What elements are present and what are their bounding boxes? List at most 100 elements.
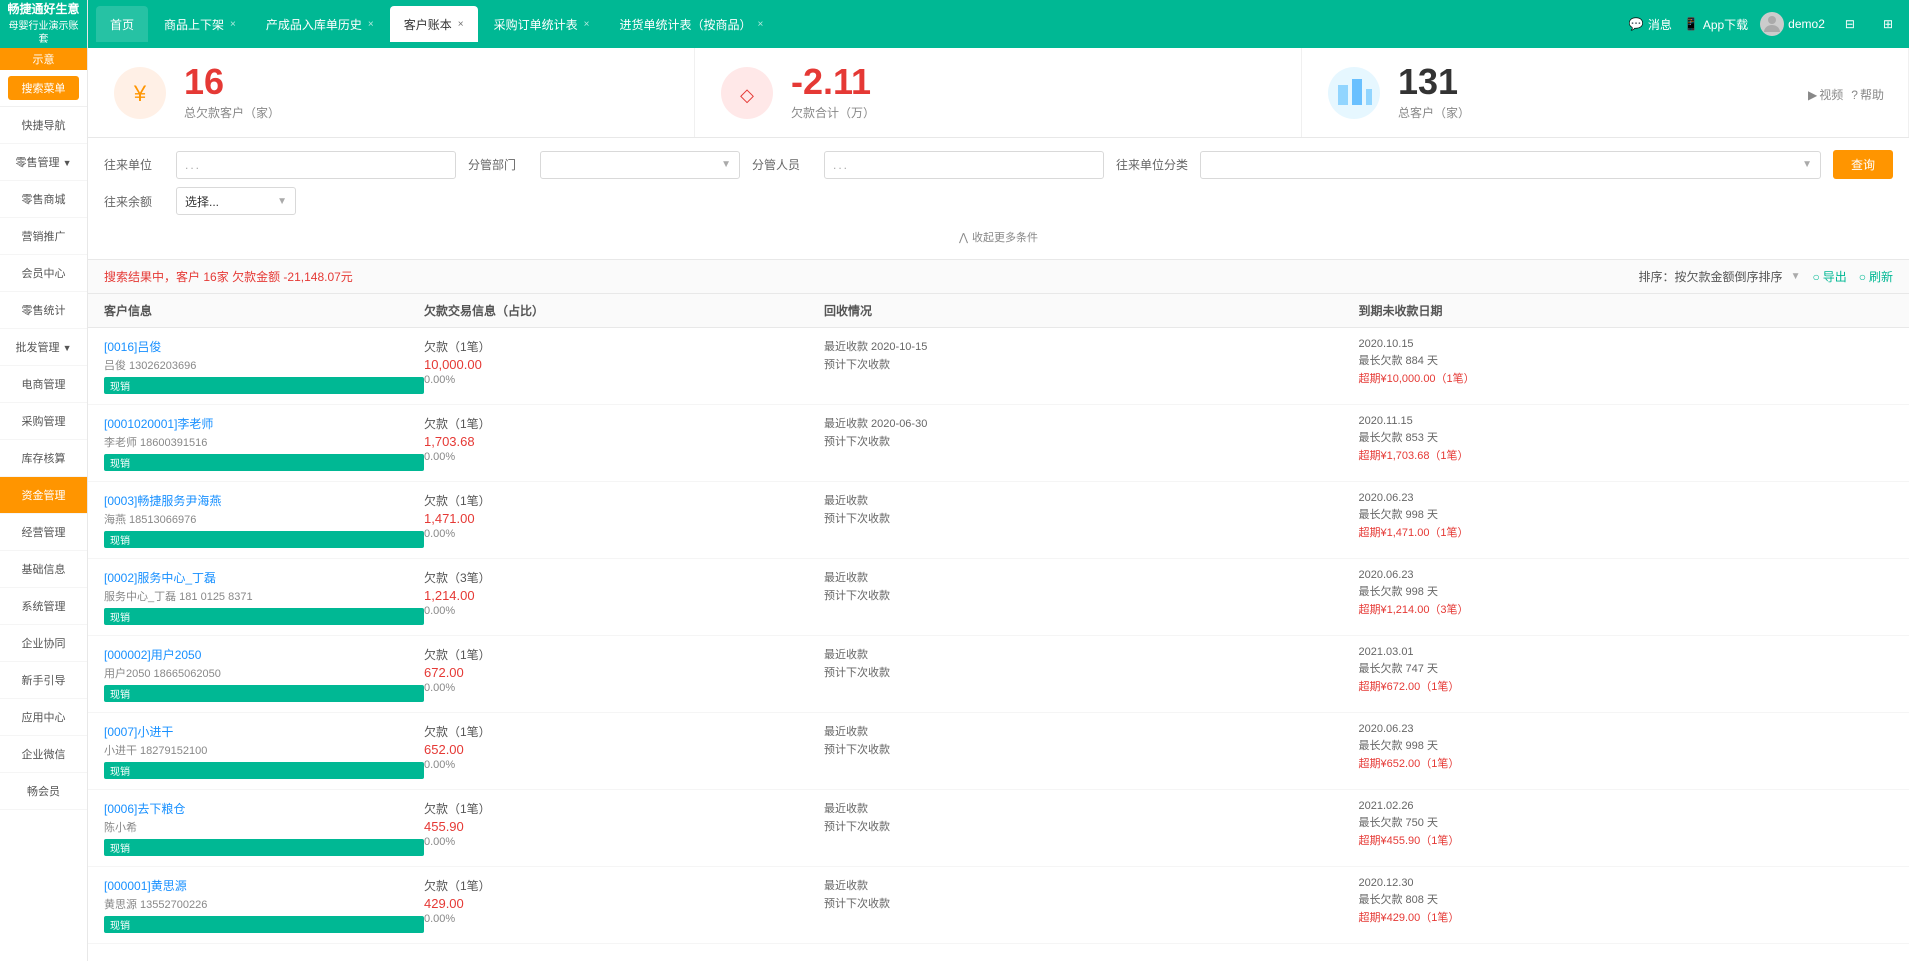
sidebar-item-corp-wechat[interactable]: 企业微信 bbox=[0, 736, 87, 773]
repay-date: 最近收款 2020-06-30 bbox=[824, 415, 1359, 431]
sidebar-item-inventory[interactable]: 库存核算 bbox=[0, 440, 87, 477]
customer-name-link[interactable]: [0002]服务中心_丁磊 bbox=[104, 569, 424, 586]
customer-name-link[interactable]: [000002]用户2050 bbox=[104, 646, 424, 663]
repay-date: 最近收款 bbox=[824, 877, 1359, 893]
help-icon: ? bbox=[1851, 88, 1858, 102]
header-debt-info: 欠款交易信息（占比） bbox=[424, 302, 824, 319]
sidebar-item-chang-member[interactable]: 畅会员 bbox=[0, 773, 87, 810]
tab-production-history-close[interactable]: × bbox=[368, 19, 374, 30]
tab-purchase-order-stats[interactable]: 采购订单统计表 × bbox=[480, 6, 604, 42]
search-menu-button[interactable]: 搜索菜单 bbox=[8, 76, 79, 100]
sort-select[interactable]: 排序：按欠款金额倒序排序 ▼ bbox=[1639, 268, 1801, 285]
stat-total-customers: 131 总客户（家） ▶ 视频 ? 帮助 bbox=[1302, 48, 1909, 137]
overdue-col: 2020.06.23 最长欠款 998 天 超期¥652.00（1笔） bbox=[1359, 723, 1894, 771]
sidebar-item-quick-nav[interactable]: 快捷导航 bbox=[0, 107, 87, 144]
sidebar-item-system[interactable]: 系统管理 bbox=[0, 588, 87, 625]
sidebar-item-newbie[interactable]: 新手引导 bbox=[0, 662, 87, 699]
window-maximize-button[interactable]: ⊞ bbox=[1875, 13, 1901, 35]
overdue-col: 2020.06.23 最长欠款 998 天 超期¥1,471.00（1笔） bbox=[1359, 492, 1894, 540]
customer-name-link[interactable]: [000001]黄思源 bbox=[104, 877, 424, 894]
sidebar-item-marketing[interactable]: 营销推广 bbox=[0, 218, 87, 255]
overdue-amount-link[interactable]: 超期¥455.90（1笔） bbox=[1359, 832, 1894, 848]
sidebar-item-member[interactable]: 会员中心 bbox=[0, 255, 87, 292]
debt-col: 欠款（1笔） 1,703.68 0.00% bbox=[424, 415, 824, 463]
customer-name-link[interactable]: [0007]小进干 bbox=[104, 723, 424, 740]
avatar-icon bbox=[1760, 12, 1784, 36]
sidebar-item-app-center[interactable]: 应用中心 bbox=[0, 699, 87, 736]
chevron-down-icon: ▼ bbox=[63, 343, 72, 353]
overdue-amount-link[interactable]: 超期¥672.00（1笔） bbox=[1359, 678, 1894, 694]
customer-info-col: [0006]去下粮仓 陈小希 现销 bbox=[104, 800, 424, 856]
tab-product-shelf[interactable]: 商品上下架 × bbox=[150, 6, 250, 42]
customer-phone: 小进干 18279152100 bbox=[104, 742, 424, 758]
sidebar-item-retail-mgmt[interactable]: 零售管理 ▼ bbox=[0, 144, 87, 181]
debt-col: 欠款（1笔） 672.00 0.00% bbox=[424, 646, 824, 694]
tab-customer-account-close[interactable]: × bbox=[458, 19, 464, 30]
overdue-amount-link[interactable]: 超期¥10,000.00（1笔） bbox=[1359, 370, 1894, 386]
customer-name-link[interactable]: [0003]畅捷服务尹海燕 bbox=[104, 492, 424, 509]
filter-unit-input[interactable]: ... bbox=[176, 151, 456, 179]
filter-dept-select[interactable]: ▼ bbox=[540, 151, 740, 179]
due-date: 2020.06.23 bbox=[1359, 492, 1894, 504]
customer-name-link[interactable]: [0016]吕俊 bbox=[104, 338, 424, 355]
overdue-amount-link[interactable]: 超期¥1,471.00（1笔） bbox=[1359, 524, 1894, 540]
debt-total-number: -2.11 bbox=[791, 64, 875, 100]
debt-amount: 652.00 bbox=[424, 742, 824, 757]
search-button[interactable]: 查询 bbox=[1833, 150, 1893, 179]
repay-col: 最近收款 预计下次收款 bbox=[824, 800, 1359, 834]
sidebar-item-retail-store[interactable]: 零售商城 bbox=[0, 181, 87, 218]
overdue-col: 2020.10.15 最长欠款 884 天 超期¥10,000.00（1笔） bbox=[1359, 338, 1894, 386]
repay-col: 最近收款 2020-06-30 预计下次收款 bbox=[824, 415, 1359, 449]
tab-home[interactable]: 首页 bbox=[96, 6, 148, 42]
filter-label-unit: 往来单位 bbox=[104, 156, 164, 173]
message-button[interactable]: 💬 消息 bbox=[1629, 16, 1672, 33]
filter-person-input[interactable]: ... bbox=[824, 151, 1104, 179]
customer-tag: 现销 bbox=[104, 377, 424, 394]
overdue-amount-link[interactable]: 超期¥429.00（1笔） bbox=[1359, 909, 1894, 925]
app-download-button[interactable]: 📱 App下载 bbox=[1684, 16, 1748, 33]
sidebar-item-basic-info[interactable]: 基础信息 bbox=[0, 551, 87, 588]
customer-name-link[interactable]: [0006]去下粮仓 bbox=[104, 800, 424, 817]
debt-count: 欠款（1笔） bbox=[424, 415, 824, 432]
tab-purchase-order-stats-close[interactable]: × bbox=[584, 19, 590, 30]
help-button[interactable]: ? 帮助 bbox=[1851, 86, 1884, 103]
customer-tag: 现销 bbox=[104, 762, 424, 779]
user-avatar[interactable]: demo2 bbox=[1760, 12, 1825, 36]
filter-area: 往来单位 ... 分管部门 ▼ 分管人员 ... 往来单位分类 bbox=[88, 138, 1909, 260]
sidebar-item-batch-mgmt[interactable]: 批发管理 ▼ bbox=[0, 329, 87, 366]
overdue-days: 最长欠款 998 天 bbox=[1359, 506, 1894, 522]
sort-label: 排序：按欠款金额倒序排序 bbox=[1639, 268, 1783, 285]
logo-title: 畅捷通好生意 bbox=[4, 2, 83, 18]
overdue-days: 最长欠款 808 天 bbox=[1359, 891, 1894, 907]
sidebar-item-retail-stats[interactable]: 零售统计 bbox=[0, 292, 87, 329]
tab-customer-account[interactable]: 客户账本 × bbox=[390, 6, 478, 42]
tab-production-history[interactable]: 产成品入库单历史 × bbox=[252, 6, 388, 42]
tab-inbound-stats-close[interactable]: × bbox=[757, 19, 763, 30]
overdue-amount-link[interactable]: 超期¥652.00（1笔） bbox=[1359, 755, 1894, 771]
repay-date: 最近收款 2020-10-15 bbox=[824, 338, 1359, 354]
collapse-button[interactable]: ⋀ 收起更多条件 bbox=[104, 223, 1893, 251]
overdue-amount-link[interactable]: 超期¥1,703.68（1笔） bbox=[1359, 447, 1894, 463]
filter-balance-select[interactable]: 选择... ▼ bbox=[176, 187, 296, 215]
window-minimize-button[interactable]: ⊟ bbox=[1837, 13, 1863, 35]
sidebar-item-ecommerce[interactable]: 电商管理 bbox=[0, 366, 87, 403]
tab-product-shelf-close[interactable]: × bbox=[230, 19, 236, 30]
refresh-button[interactable]: ○ 刷新 bbox=[1859, 268, 1893, 285]
filter-label-dept: 分管部门 bbox=[468, 156, 528, 173]
filter-label-balance: 往来余额 bbox=[104, 193, 164, 210]
sidebar-item-corp-collab[interactable]: 企业协同 bbox=[0, 625, 87, 662]
chevron-down-icon3: ▼ bbox=[277, 196, 287, 207]
debt-amount: 1,471.00 bbox=[424, 511, 824, 526]
overdue-amount-link[interactable]: 超期¥1,214.00（3笔） bbox=[1359, 601, 1894, 617]
sidebar-item-finance[interactable]: 资金管理 bbox=[0, 477, 87, 514]
customer-name-link[interactable]: [0001020001]李老师 bbox=[104, 415, 424, 432]
video-button[interactable]: ▶ 视频 bbox=[1808, 86, 1843, 103]
customer-info-col: [0007]小进干 小进干 18279152100 现销 bbox=[104, 723, 424, 779]
sidebar-item-purchase[interactable]: 采购管理 bbox=[0, 403, 87, 440]
debt-customers-number: 16 bbox=[184, 64, 280, 100]
tab-inbound-stats[interactable]: 进货单统计表（按商品） × bbox=[605, 6, 777, 42]
topbar-right: 💬 消息 📱 App下载 demo2 ⊟ ⊞ bbox=[1629, 12, 1901, 36]
sidebar-item-operation[interactable]: 经营管理 bbox=[0, 514, 87, 551]
export-button[interactable]: ○ 导出 bbox=[1812, 268, 1846, 285]
filter-category-select[interactable]: ▼ bbox=[1200, 151, 1821, 179]
